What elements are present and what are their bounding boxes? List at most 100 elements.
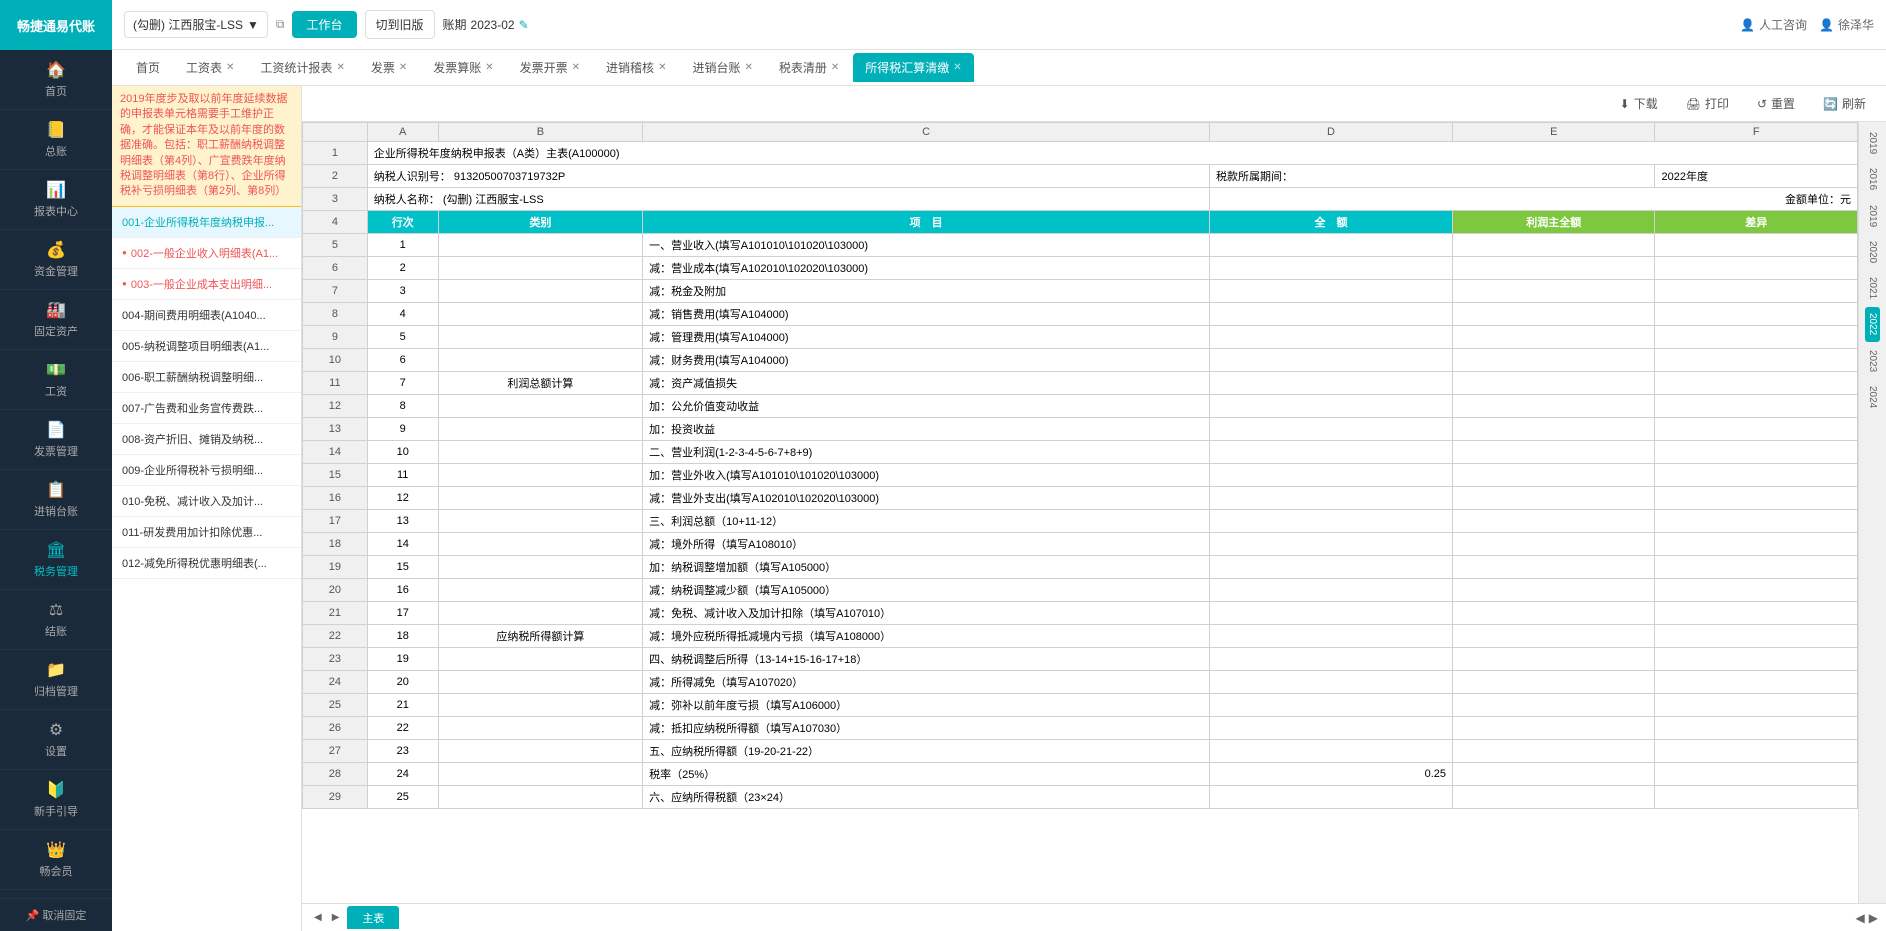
form-list-item-012[interactable]: 012-减免所得税优惠明细表(... <box>112 548 301 579</box>
sheet-tab-main[interactable]: 主表 <box>347 906 399 929</box>
reset-button[interactable]: ↺ 重置 <box>1749 92 1803 115</box>
sidebar-item-funds[interactable]: 💰 资金管理 <box>0 230 112 290</box>
year-2020[interactable]: 2020 <box>1865 235 1880 269</box>
sheet-next-arrow[interactable]: ▶ <box>328 910 344 925</box>
form-list-item-011[interactable]: 011-研发费用加计扣除优惠... <box>112 517 301 548</box>
title-row: 1 企业所得税年度纳税申报表（A类）主表(A100000) <box>303 142 1858 165</box>
header-hang: 行次 <box>367 211 438 234</box>
table-row: 8 4 减：销售费用(填写A104000) <box>303 303 1858 326</box>
tab-income-tax-close[interactable]: ✕ <box>953 62 961 73</box>
tab-invoice-calc[interactable]: 发票算账 ✕ <box>421 53 505 82</box>
year-2016[interactable]: 2016 <box>1865 162 1880 196</box>
col-header-d: D <box>1210 123 1453 142</box>
period-edit-icon[interactable]: ✎ <box>519 18 529 32</box>
tab-sales-ledger-close[interactable]: ✕ <box>744 62 752 73</box>
sidebar-item-guide[interactable]: 🔰 新手引导 <box>0 770 112 830</box>
sheet-prev-arrow[interactable]: ◀ <box>310 910 326 925</box>
sidebar-item-reports[interactable]: 📊 报表中心 <box>0 170 112 230</box>
tab-home[interactable]: 首页 <box>124 53 172 82</box>
sidebar-item-invoice[interactable]: 📄 发票管理 <box>0 410 112 470</box>
settlement-icon: ⚖ <box>49 600 63 620</box>
year-2019b[interactable]: 2019 <box>1865 199 1880 233</box>
sidebar-item-assets[interactable]: 🏭 固定资产 <box>0 290 112 350</box>
year-2024[interactable]: 2024 <box>1865 380 1880 414</box>
form-list-item-010[interactable]: 010-免税、减计收入及加计... <box>112 486 301 517</box>
tab-salary-stats-close[interactable]: ✕ <box>336 62 344 73</box>
form-list-item-003[interactable]: ● 003-一般企业成本支出明细... <box>112 269 301 300</box>
sidebar-item-settings[interactable]: ⚙ 设置 <box>0 710 112 770</box>
sidebar-item-tax-label: 税务管理 <box>34 563 78 579</box>
tab-tax-clear[interactable]: 税表清册 ✕ <box>767 53 851 82</box>
form-list-item-005[interactable]: 005-纳税调整项目明细表(A1... <box>112 331 301 362</box>
company-selector[interactable]: (勾删) 江西服宝-LSS ▼ <box>124 11 268 38</box>
form-012-label: 012-减免所得税优惠明细表(... <box>122 555 267 571</box>
workbench-button[interactable]: 工作台 <box>292 11 356 38</box>
tax-period-value-cell: 2022年度 <box>1655 165 1858 188</box>
sidebar-item-ledger[interactable]: 📒 总账 <box>0 110 112 170</box>
sidebar-item-settlement[interactable]: ⚖ 结账 <box>0 590 112 650</box>
form-007-label: 007-广告费和业务宣传费跌... <box>122 400 263 416</box>
row-num-2: 2 <box>303 165 368 188</box>
tab-sales-ledger-label: 进销台账 <box>692 59 740 76</box>
table-row: 13 9 加：投资收益 <box>303 418 1858 441</box>
copy-icon[interactable]: ⧉ <box>276 17 285 32</box>
company-name-value: (勾删) 江西服宝-LSS <box>443 194 544 206</box>
tab-tax-clear-close[interactable]: ✕ <box>831 62 839 73</box>
sheet-title: 企业所得税年度纳税申报表（A类）主表(A100000) <box>367 142 1857 165</box>
tab-invoice-open[interactable]: 发票开票 ✕ <box>508 53 592 82</box>
tab-salary-close[interactable]: ✕ <box>226 62 234 73</box>
form-list-item-007[interactable]: 007-广告费和业务宣传费跌... <box>112 393 301 424</box>
download-button[interactable]: ⬇ 下载 <box>1612 92 1666 115</box>
print-button[interactable]: 🖨 打印 <box>1678 92 1737 115</box>
form-list-item-009[interactable]: 009-企业所得税补亏损明细... <box>112 455 301 486</box>
form-list-item-006[interactable]: 006-职工薪酬纳税调整明细... <box>112 362 301 393</box>
sidebar-item-tax[interactable]: 🏛 税务管理 <box>0 530 112 590</box>
tab-invoice[interactable]: 发票 ✕ <box>359 53 419 82</box>
year-2022[interactable]: 2022 <box>1865 307 1880 341</box>
table-row: 19 15 加：纳税调整增加额（填写A105000） <box>303 556 1858 579</box>
form-list-item-002[interactable]: ● 002-一般企业收入明细表(A1... <box>112 238 301 269</box>
scroll-right-icon[interactable]: ▶ <box>1869 911 1878 925</box>
tab-salary[interactable]: 工资表 ✕ <box>174 53 246 82</box>
tab-income-tax[interactable]: 所得税汇算清缴 ✕ <box>853 53 973 82</box>
tab-sales-ledger[interactable]: 进销台账 ✕ <box>680 53 764 82</box>
tax-period-label-cell: 税款所属期间： <box>1210 165 1655 188</box>
form-list-item-008[interactable]: 008-资产折旧、摊销及纳税... <box>112 424 301 455</box>
reset-label: 重置 <box>1771 95 1795 112</box>
form-list: 001-企业所得税年度纳税申报... ● 002-一般企业收入明细表(A1...… <box>112 207 301 931</box>
sidebar-item-home[interactable]: 🏠 首页 <box>0 50 112 110</box>
tab-invoice-close[interactable]: ✕ <box>399 62 407 73</box>
main-content: (勾删) 江西服宝-LSS ▼ ⧉ 工作台 切到旧版 账期 2023-02 ✎ … <box>112 0 1886 931</box>
user-service[interactable]: 👤 人工咨询 <box>1740 16 1807 33</box>
cancel-fixed-button[interactable]: 📌 取消固定 <box>0 898 112 931</box>
form-list-item-004[interactable]: 004-期间费用明细表(A1040... <box>112 300 301 331</box>
form-003-label: 003-一般企业成本支出明细... <box>131 276 272 292</box>
tab-salary-stats-label: 工资统计报表 <box>260 59 332 76</box>
sales-icon: 📋 <box>46 480 66 500</box>
refresh-button[interactable]: 🔄 刷新 <box>1815 92 1874 115</box>
tab-sales-check[interactable]: 进销稽核 ✕ <box>594 53 678 82</box>
scroll-left-icon[interactable]: ◀ <box>1856 911 1865 925</box>
switch-button[interactable]: 切到旧版 <box>365 10 435 39</box>
sidebar-item-member[interactable]: 👑 畅会员 <box>0 830 112 890</box>
header-xiangmu: 项 目 <box>643 211 1210 234</box>
year-2023[interactable]: 2023 <box>1865 344 1880 378</box>
sidebar-item-salary[interactable]: 💵 工资 <box>0 350 112 410</box>
period-value: 2023-02 <box>471 18 515 32</box>
tab-salary-stats[interactable]: 工资统计报表 ✕ <box>248 53 356 82</box>
row-num-1: 1 <box>303 142 368 165</box>
tab-sales-check-close[interactable]: ✕ <box>658 62 666 73</box>
sheet-main[interactable]: A B C D E F 1 企业所 <box>302 122 1858 903</box>
tab-invoice-calc-close[interactable]: ✕ <box>485 62 493 73</box>
tab-invoice-open-close[interactable]: ✕ <box>572 62 580 73</box>
error-dot-003: ● <box>122 279 127 288</box>
year-2019[interactable]: 2019 <box>1865 126 1880 160</box>
tab-invoice-calc-label: 发票算账 <box>433 59 481 76</box>
year-2021[interactable]: 2021 <box>1865 271 1880 305</box>
form-list-item-001[interactable]: 001-企业所得税年度纳税申报... <box>112 207 301 238</box>
user-profile[interactable]: 👤 徐泽华 <box>1819 16 1874 33</box>
sidebar-item-sales[interactable]: 📋 进销台账 <box>0 470 112 530</box>
sidebar-item-archives[interactable]: 📁 归档管理 <box>0 650 112 710</box>
tab-invoice-label: 发票 <box>371 59 395 76</box>
sidebar-item-settings-label: 设置 <box>45 743 67 759</box>
